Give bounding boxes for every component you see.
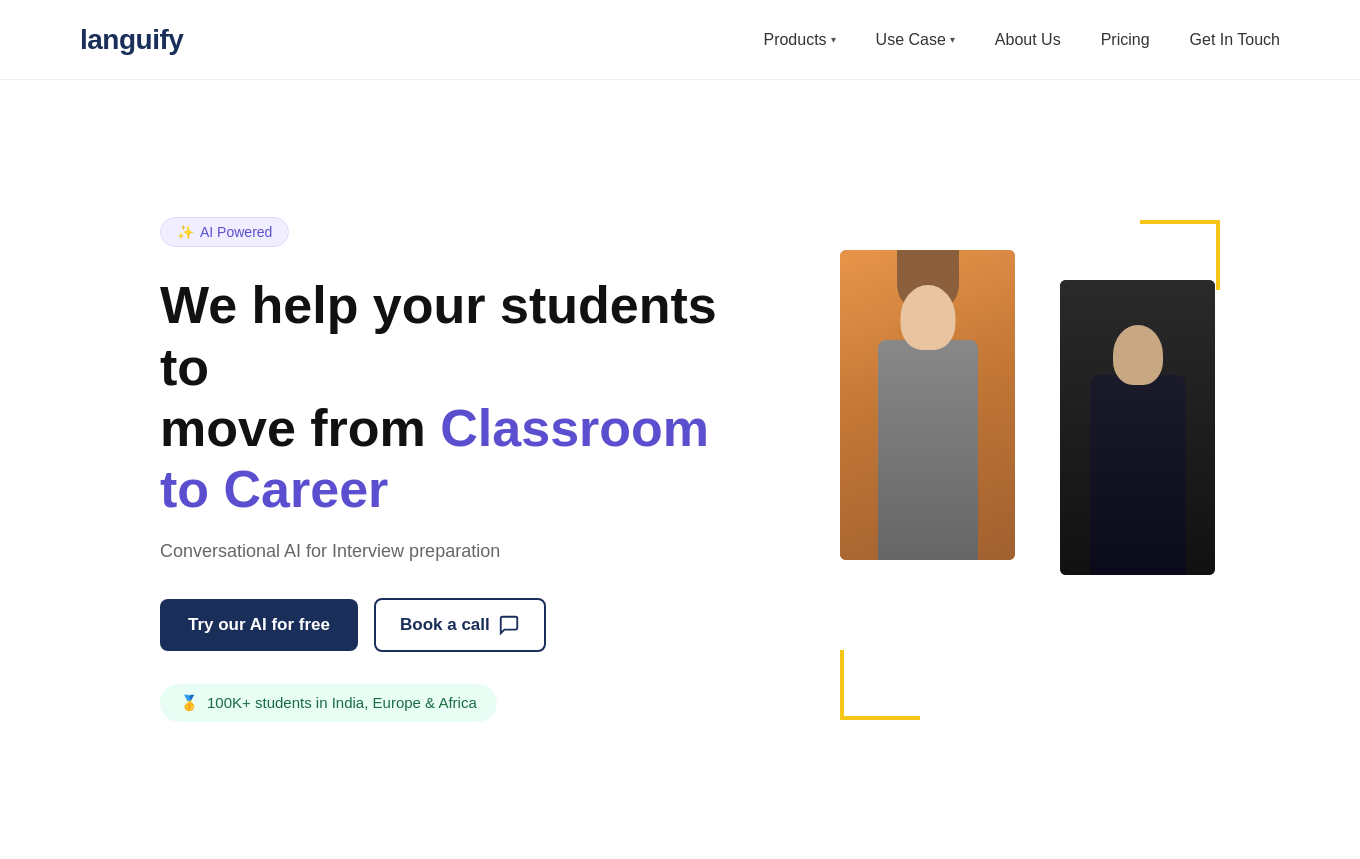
corner-bracket-bottom	[840, 650, 920, 720]
hair	[897, 250, 959, 305]
nav-pricing[interactable]: Pricing	[1101, 31, 1150, 49]
chat-icon	[498, 614, 520, 636]
book-call-button[interactable]: Book a call	[374, 598, 546, 652]
site-header: languify Products ▾ Use Case ▾ About Us …	[0, 0, 1360, 80]
person-female-figure	[840, 250, 1015, 560]
photo-female	[840, 250, 1015, 560]
image-frame	[840, 220, 1220, 720]
person-male-figure	[1060, 280, 1215, 575]
medal-icon: 🥇	[180, 694, 199, 712]
nav-about[interactable]: About Us	[995, 31, 1061, 49]
nav-use-case[interactable]: Use Case ▾	[876, 31, 955, 49]
hero-images	[840, 220, 1220, 720]
chevron-down-icon: ▾	[831, 34, 836, 45]
ai-badge: ✨ AI Powered	[160, 217, 289, 247]
cta-buttons: Try our AI for free Book a call	[160, 598, 760, 652]
students-text: 100K+ students in India, Europe & Africa	[207, 694, 477, 711]
nav-products[interactable]: Products ▾	[763, 31, 835, 49]
photo-male	[1060, 280, 1215, 575]
badge-label: AI Powered	[200, 224, 272, 240]
corner-bracket-top	[1140, 220, 1220, 290]
hero-content: ✨ AI Powered We help your students to mo…	[160, 217, 760, 721]
sparkle-icon: ✨	[177, 224, 194, 240]
logo[interactable]: languify	[80, 24, 183, 56]
nav-get-in-touch[interactable]: Get In Touch	[1190, 31, 1280, 49]
chevron-down-icon: ▾	[950, 34, 955, 45]
hero-section: ✨ AI Powered We help your students to mo…	[0, 80, 1360, 859]
students-badge: 🥇 100K+ students in India, Europe & Afri…	[160, 684, 497, 722]
hero-heading: We help your students to move from Class…	[160, 275, 760, 520]
try-ai-button[interactable]: Try our AI for free	[160, 599, 358, 651]
hero-subtext: Conversational AI for Interview preparat…	[160, 541, 760, 562]
main-nav: Products ▾ Use Case ▾ About Us Pricing G…	[763, 31, 1280, 49]
